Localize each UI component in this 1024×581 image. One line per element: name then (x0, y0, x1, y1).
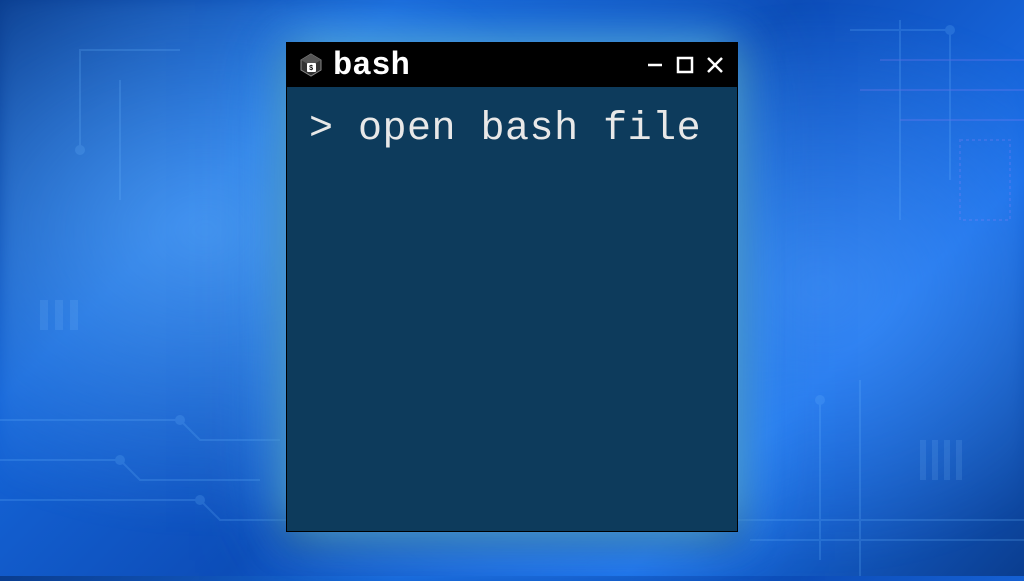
window-controls-group (643, 53, 727, 77)
window-title: bash (333, 47, 635, 84)
command-input-text: open bash file (358, 107, 701, 152)
svg-text:$: $ (309, 65, 313, 73)
terminal-window: $ bash > open bash file (286, 42, 738, 532)
prompt-symbol: > (309, 107, 334, 152)
window-titlebar[interactable]: $ bash (287, 43, 737, 87)
close-button[interactable] (703, 53, 727, 77)
minimize-button[interactable] (643, 53, 667, 77)
maximize-button[interactable] (673, 53, 697, 77)
terminal-body[interactable]: > open bash file (287, 87, 737, 531)
bash-shell-icon: $ (297, 51, 325, 79)
